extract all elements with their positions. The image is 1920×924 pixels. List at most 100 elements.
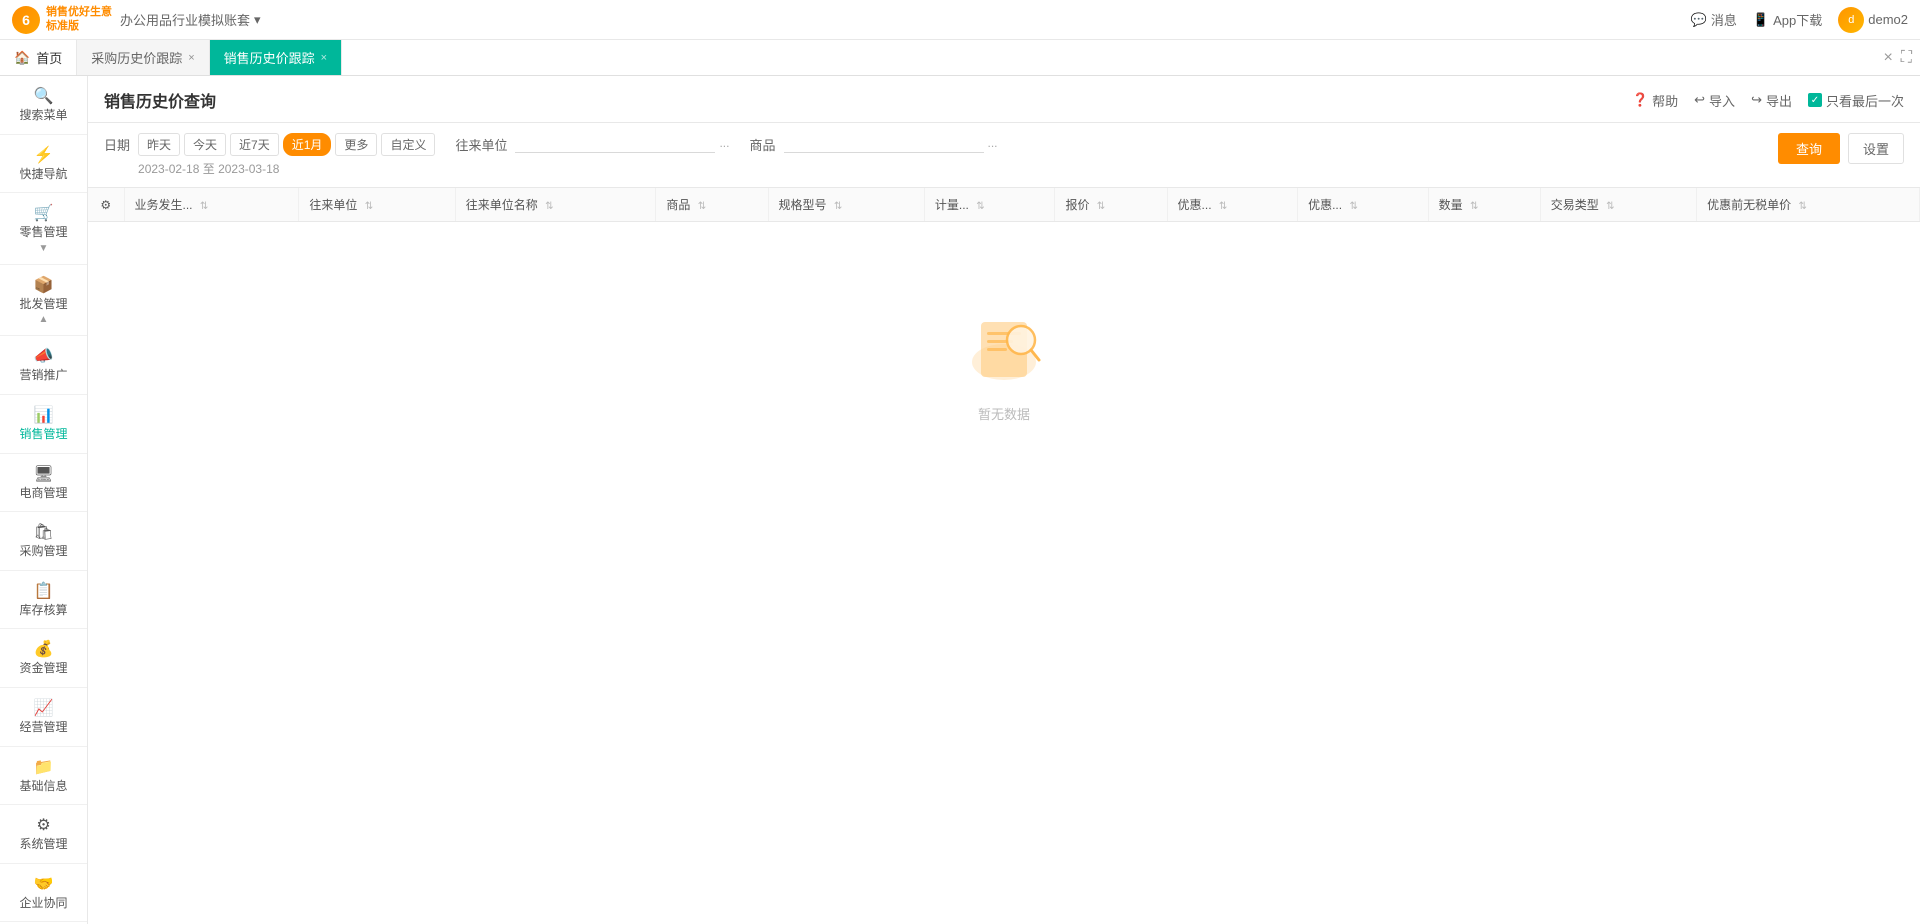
date-btn-last1m[interactable]: 近1月 — [283, 133, 332, 156]
sales-mgmt-icon: 📊 — [34, 405, 54, 425]
sort-icon: ⇅ — [1219, 201, 1227, 212]
goods-input[interactable] — [784, 133, 984, 153]
sort-icon: ⇅ — [545, 201, 553, 212]
app-download-button[interactable]: 📱 App下载 — [1753, 10, 1822, 29]
sort-icon: ⇅ — [698, 201, 706, 212]
sidebar-item-finance[interactable]: 💰 资金管理 — [0, 629, 87, 688]
wholesale-icon: 📦 — [34, 275, 54, 295]
table-col-spec[interactable]: 规格型号 ⇅ — [768, 188, 924, 222]
goods-lookup-button[interactable]: ... — [988, 136, 998, 150]
date-filter-dates: 昨天 今天 近7天 近1月 更多 自定义 2023-02-18 至 2023-0… — [138, 133, 435, 177]
tab-purchase-history[interactable]: 采购历史价跟踪 × — [77, 40, 209, 75]
expand-button[interactable]: ⛶ — [1901, 49, 1912, 67]
sort-icon: ⇅ — [200, 201, 208, 212]
table-col-partner-code[interactable]: 往来单位 ⇅ — [299, 188, 455, 222]
export-button[interactable]: ↪ 导出 — [1751, 91, 1792, 110]
sidebar-item-search[interactable]: 🔍 搜索菜单 — [0, 76, 87, 135]
tab-sales-history[interactable]: 销售历史价跟踪 × — [210, 40, 342, 75]
date-label: 日期 — [104, 133, 130, 154]
date-buttons: 昨天 今天 近7天 近1月 更多 自定义 — [138, 133, 435, 156]
table-col-quote[interactable]: 报价 ⇅ — [1055, 188, 1167, 222]
tab-purchase-history-label: 采购历史价跟踪 — [91, 48, 182, 67]
table-col-discount1[interactable]: 优惠... ⇅ — [1167, 188, 1298, 222]
date-btn-yesterday[interactable]: 昨天 — [138, 133, 180, 156]
tab-purchase-history-close[interactable]: × — [188, 52, 194, 64]
sidebar-item-retail[interactable]: 🛒 零售管理 ▼ — [0, 193, 87, 265]
app-selector[interactable]: 办公用品行业模拟账套 ▾ — [120, 10, 261, 29]
checkbox-checked-icon: ✓ — [1808, 93, 1822, 107]
sort-icon: ⇅ — [1349, 201, 1357, 212]
table-col-partner-name[interactable]: 往来单位名称 ⇅ — [455, 188, 656, 222]
import-button[interactable]: ↩ 导入 — [1694, 91, 1735, 110]
shortcuts-icon: ⚡ — [34, 145, 54, 165]
empty-text: 暂无数据 — [978, 404, 1030, 423]
table-col-biz-date[interactable]: 业务发生... ⇅ — [124, 188, 299, 222]
last-one-checkbox-label[interactable]: ✓ 只看最后一次 — [1808, 91, 1904, 110]
date-btn-more[interactable]: 更多 — [335, 133, 377, 156]
table-col-goods[interactable]: 商品 ⇅ — [656, 188, 768, 222]
sort-icon: ⇅ — [1097, 201, 1105, 212]
goods-input-group: ... — [784, 133, 998, 153]
table-col-unit[interactable]: 计量... ⇅ — [924, 188, 1055, 222]
sidebar-item-ecommerce[interactable]: 🖥 电商管理 — [0, 454, 87, 513]
empty-icon — [959, 302, 1049, 392]
sidebar: 🔍 搜索菜单 ⚡ 快捷导航 🛒 零售管理 ▼ 📦 批发管理 ▲ 📣 营销推广 📊… — [0, 76, 88, 924]
sort-icon: ⇅ — [834, 201, 842, 212]
user-avatar-area[interactable]: d demo2 — [1838, 7, 1908, 33]
sidebar-item-purchase[interactable]: 🛍 采购管理 — [0, 512, 87, 571]
tab-home[interactable]: 🏠 首页 — [0, 40, 77, 75]
download-icon: 📱 — [1753, 12, 1769, 28]
empty-illustration — [959, 302, 1049, 392]
table-col-trade-type[interactable]: 交易类型 ⇅ — [1540, 188, 1696, 222]
date-btn-today[interactable]: 今天 — [184, 133, 226, 156]
date-btn-last7[interactable]: 近7天 — [230, 133, 279, 156]
chevron-up-icon: ▲ — [39, 314, 49, 325]
sidebar-item-shortcuts[interactable]: ⚡ 快捷导航 — [0, 135, 87, 194]
table-col-qty[interactable]: 数量 ⇅ — [1428, 188, 1540, 222]
marketing-icon: 📣 — [34, 346, 54, 366]
sidebar-item-operations[interactable]: 📈 经营管理 — [0, 688, 87, 747]
message-button[interactable]: 💬 消息 — [1691, 10, 1737, 29]
goods-label: 商品 — [749, 133, 775, 154]
system-icon: ⚙ — [36, 815, 50, 835]
partner-filter-group: 往来单位 ... — [455, 133, 729, 154]
chevron-down-icon: ▼ — [39, 243, 49, 254]
table-col-pretax-price[interactable]: 优惠前无税单价 ⇅ — [1697, 188, 1920, 222]
import-icon: ↩ — [1694, 92, 1705, 108]
sort-icon: ⇅ — [976, 201, 984, 212]
help-button[interactable]: ❓ 帮助 — [1632, 91, 1678, 110]
sidebar-item-wholesale[interactable]: 📦 批发管理 ▲ — [0, 265, 87, 337]
tab-sales-history-label: 销售历史价跟踪 — [224, 48, 315, 67]
inventory-icon: 📋 — [34, 581, 54, 601]
table-col-gear[interactable]: ⚙ — [88, 188, 124, 222]
username-label: demo2 — [1868, 12, 1908, 27]
sidebar-item-inventory[interactable]: 📋 库存核算 — [0, 571, 87, 630]
avatar: d — [1838, 7, 1864, 33]
close-tabs-button[interactable]: × — [1883, 49, 1892, 67]
partner-input[interactable] — [515, 133, 715, 153]
page-header: 销售历史价查询 ❓ 帮助 ↩ 导入 ↪ 导出 ✓ 只看最后一次 — [88, 76, 1920, 123]
message-icon: 💬 — [1691, 12, 1707, 28]
sidebar-item-system[interactable]: ⚙ 系统管理 — [0, 805, 87, 864]
tab-bar-actions: × ⛶ — [1875, 40, 1920, 75]
sidebar-item-sales-mgmt[interactable]: 📊 销售管理 — [0, 395, 87, 454]
query-button[interactable]: 查询 — [1778, 133, 1840, 164]
logo-icon: 6 — [12, 6, 40, 34]
partner-lookup-button[interactable]: ... — [719, 136, 729, 150]
table-header: ⚙ 业务发生... ⇅ 往来单位 ⇅ 往来单位名称 ⇅ — [88, 188, 1920, 222]
date-btn-custom[interactable]: 自定义 — [381, 133, 435, 156]
sidebar-item-enterprise[interactable]: 🤝 企业协同 — [0, 864, 87, 923]
top-bar-left: 6 销售优好生意 标准版 办公用品行业模拟账套 ▾ — [12, 6, 261, 34]
enterprise-icon: 🤝 — [34, 874, 54, 894]
tab-bar: 🏠 首页 采购历史价跟踪 × 销售历史价跟踪 × × ⛶ — [0, 40, 1920, 76]
filter-actions: 查询 设置 — [1778, 133, 1904, 164]
app-selector-label: 办公用品行业模拟账套 — [120, 10, 250, 29]
empty-state: 暂无数据 — [88, 222, 1920, 503]
sidebar-item-base-info[interactable]: 📁 基础信息 — [0, 747, 87, 806]
table-col-discount2[interactable]: 优惠... ⇅ — [1298, 188, 1429, 222]
sidebar-item-marketing[interactable]: 📣 营销推广 — [0, 336, 87, 395]
tab-sales-history-close[interactable]: × — [321, 52, 327, 64]
settings-button[interactable]: 设置 — [1848, 133, 1904, 164]
base-info-icon: 📁 — [34, 757, 54, 777]
sort-icon: ⇅ — [1470, 201, 1478, 212]
